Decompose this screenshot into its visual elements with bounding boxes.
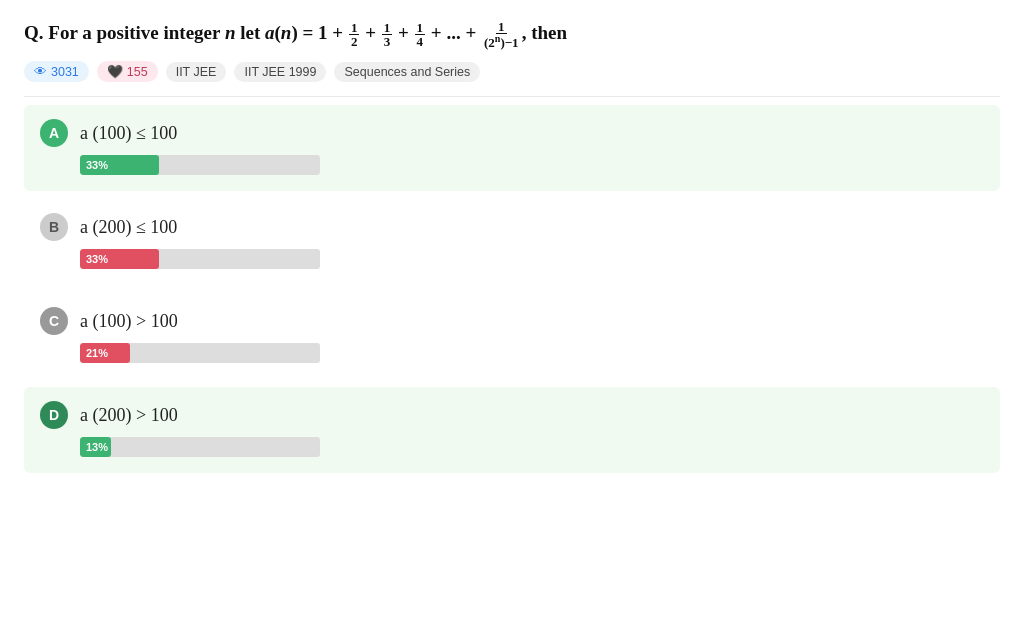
option-d-percent: 13% [86, 441, 108, 453]
divider [24, 96, 1000, 97]
likes-count: 155 [127, 65, 148, 79]
option-c-text: a (100) > 100 [80, 311, 178, 332]
option-a-text: a (100) ≤ 100 [80, 123, 177, 144]
option-c[interactable]: C a (100) > 100 21% [24, 293, 1000, 379]
option-d-text: a (200) > 100 [80, 405, 178, 426]
tag-iit-jee-label: IIT JEE [176, 65, 217, 79]
option-c-row: C a (100) > 100 [40, 307, 984, 335]
options-list: A a (100) ≤ 100 33% B a (200) ≤ 100 [24, 105, 1000, 481]
option-c-progress-bar: 21% [80, 343, 130, 363]
option-b-progress-container: 33% [80, 249, 320, 269]
option-a-row: A a (100) ≤ 100 [40, 119, 984, 147]
tag-iit-jee[interactable]: IIT JEE [166, 62, 227, 82]
option-b-text: a (200) ≤ 100 [80, 217, 177, 238]
option-a-badge: A [40, 119, 68, 147]
fraction-last: 1 (2n)−1 [482, 20, 521, 49]
option-a[interactable]: A a (100) ≤ 100 33% [24, 105, 1000, 191]
eye-icon: 👁 [34, 64, 47, 79]
page-container: Q. For a positive integer n let a(n) = 1… [0, 0, 1024, 505]
views-count: 3031 [51, 65, 79, 79]
option-a-progress-container: 33% [80, 155, 320, 175]
heart-icon: 🖤 [107, 64, 123, 79]
option-a-progress-bar: 33% [80, 155, 159, 175]
option-b-row: B a (200) ≤ 100 [40, 213, 984, 241]
then-label: then [531, 22, 567, 43]
option-d[interactable]: D a (200) > 100 13% [24, 387, 1000, 473]
likes-tag: 🖤 155 [97, 61, 158, 82]
tag-iit-jee-1999-label: IIT JEE 1999 [244, 65, 316, 79]
fraction-half: 1 2 [349, 21, 360, 48]
views-tag: 👁 3031 [24, 61, 89, 82]
option-d-row: D a (200) > 100 [40, 401, 984, 429]
var-n: n [225, 22, 236, 43]
option-b[interactable]: B a (200) ≤ 100 33% [24, 199, 1000, 285]
tag-iit-jee-1999[interactable]: IIT JEE 1999 [234, 62, 326, 82]
option-c-percent: 21% [86, 347, 108, 359]
tags-row: 👁 3031 🖤 155 IIT JEE IIT JEE 1999 Sequen… [24, 61, 1000, 82]
question-text: Q. For a positive integer n let a(n) = 1… [24, 18, 1000, 49]
option-d-progress-bar: 13% [80, 437, 111, 457]
option-c-progress-container: 21% [80, 343, 320, 363]
tag-sequences-label: Sequences and Series [344, 65, 470, 79]
option-d-badge: D [40, 401, 68, 429]
question-header: Q. For a positive integer n let a(n) = 1… [24, 18, 1000, 82]
option-c-badge: C [40, 307, 68, 335]
option-b-progress-bar: 33% [80, 249, 159, 269]
tag-sequences[interactable]: Sequences and Series [334, 62, 480, 82]
fraction-quarter: 1 4 [415, 21, 426, 48]
option-b-percent: 33% [86, 253, 108, 265]
option-a-percent: 33% [86, 159, 108, 171]
option-b-badge: B [40, 213, 68, 241]
fraction-third: 1 3 [382, 21, 393, 48]
option-d-progress-container: 13% [80, 437, 320, 457]
formula: a [265, 22, 275, 43]
